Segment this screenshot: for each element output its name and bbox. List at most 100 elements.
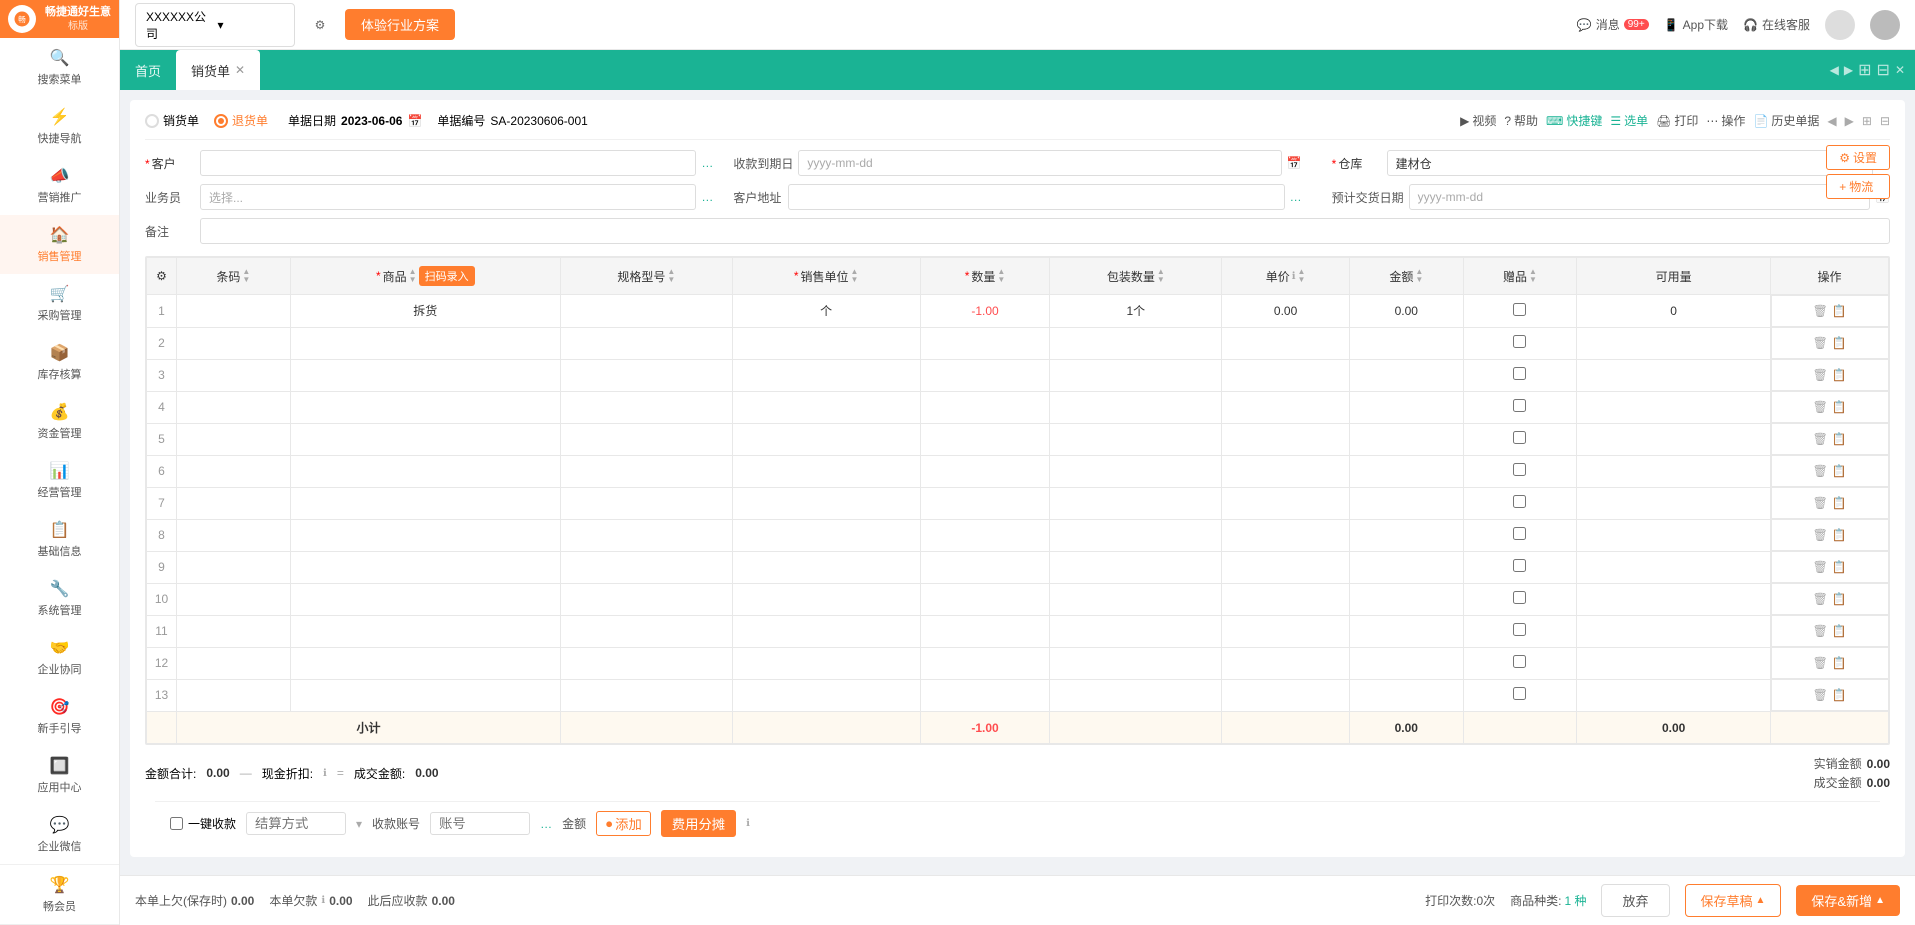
sidebar-item-enterprise[interactable]: 🤝 企业协同	[0, 628, 119, 687]
customer-ellipsis[interactable]: …	[701, 156, 713, 170]
toolbar-shortcut[interactable]: ⌨ 快捷键	[1546, 112, 1602, 129]
salesperson-ellipsis[interactable]: …	[701, 190, 713, 204]
sidebar-item-basic[interactable]: 📋 基础信息	[0, 510, 119, 569]
sidebar-item-member[interactable]: 🏆 畅会员	[0, 864, 119, 924]
customer-address-ellipsis[interactable]: …	[1290, 190, 1302, 204]
cash-discount-info-icon[interactable]: ℹ	[323, 768, 327, 779]
sidebar-item-finance[interactable]: 💰 资金管理	[0, 392, 119, 451]
th-unit[interactable]: * 销售单位 ▲▼	[732, 258, 920, 295]
delete-icon[interactable]: 🗑	[1813, 336, 1828, 350]
toolbar-select[interactable]: ☰ 选单	[1610, 112, 1648, 129]
delete-icon[interactable]: 🗑	[1813, 624, 1828, 638]
sidebar-item-search[interactable]: 🔍 搜索菜单	[0, 38, 119, 97]
abandon-button[interactable]: 放弃	[1601, 884, 1669, 917]
sidebar-item-wechat[interactable]: 💬 企业微信	[0, 805, 119, 864]
copy-icon[interactable]: 📋	[1832, 400, 1847, 414]
save-draft-button[interactable]: 保存草稿 ▲	[1685, 884, 1782, 917]
copy-icon[interactable]: 📋	[1832, 624, 1847, 638]
expense-split-btn[interactable]: 费用分摊	[661, 810, 736, 837]
avatar2[interactable]	[1870, 10, 1900, 40]
copy-icon[interactable]: 📋	[1832, 464, 1847, 478]
th-quantity[interactable]: * 数量 ▲▼	[920, 258, 1050, 295]
bank-account-ellipsis[interactable]: …	[540, 817, 552, 831]
tab-nav-prev-icon[interactable]: ◀	[1830, 63, 1839, 77]
sidebar-item-sales[interactable]: 🏠 销售管理	[0, 215, 119, 274]
toolbar-action[interactable]: ⋯ 操作	[1706, 112, 1745, 129]
cell-gift-1[interactable]	[1463, 295, 1577, 328]
tab-close-all-icon[interactable]: ✕	[1895, 63, 1905, 77]
tab-close-icon[interactable]: ✕	[235, 63, 245, 77]
sidebar-item-purchase[interactable]: 🛒 采购管理	[0, 274, 119, 333]
gift-checkbox-1[interactable]	[1513, 303, 1526, 316]
view-grid-icon[interactable]: ⊞	[1858, 60, 1871, 80]
delete-icon[interactable]: 🗑	[1813, 592, 1828, 606]
cell-spec-1[interactable]	[560, 295, 732, 328]
sidebar-item-marketing[interactable]: 📣 营销推广	[0, 156, 119, 215]
deficit-info-icon[interactable]: ℹ	[321, 895, 325, 906]
sidebar-item-quick-nav[interactable]: ⚡ 快捷导航	[0, 97, 119, 156]
sidebar-item-guide[interactable]: 🎯 新手引导	[0, 687, 119, 746]
delete-icon[interactable]: 🗑	[1813, 560, 1828, 574]
customer-address-input[interactable]	[788, 184, 1284, 210]
scan-btn[interactable]: 扫码录入	[419, 266, 475, 286]
cell-qty-1[interactable]: -1.00	[920, 295, 1050, 328]
copy-icon[interactable]: 📋	[1832, 496, 1847, 510]
settlement-chevron[interactable]: ▾	[356, 817, 362, 831]
one-click-checkbox[interactable]	[170, 817, 183, 830]
sidebar-item-operations[interactable]: 📊 经营管理	[0, 451, 119, 510]
delete-icon[interactable]: 🗑	[1813, 400, 1828, 414]
delete-icon[interactable]: 🗑	[1813, 368, 1828, 382]
toolbar-help[interactable]: ? 帮助	[1504, 112, 1538, 129]
copy-icon[interactable]: 📋	[1832, 528, 1847, 542]
expected-delivery-input[interactable]: yyyy-mm-dd	[1409, 184, 1870, 210]
calendar-icon[interactable]: 📅	[407, 114, 422, 128]
logistics-btn[interactable]: + 物流	[1826, 174, 1890, 199]
settings-button[interactable]: ⚙	[305, 10, 335, 40]
copy-icon[interactable]: 📋	[1832, 688, 1847, 702]
th-spec[interactable]: 规格型号 ▲▼	[560, 258, 732, 295]
toolbar-print[interactable]: 🖨 打印	[1656, 112, 1698, 129]
note-input[interactable]	[200, 218, 1890, 244]
trial-button[interactable]: 体验行业方案	[345, 9, 455, 40]
sidebar-item-inventory[interactable]: 📦 库存核算	[0, 333, 119, 392]
cell-amount-1[interactable]: 0.00	[1349, 295, 1463, 328]
settlement-method-input[interactable]	[246, 812, 346, 835]
avatar[interactable]	[1825, 10, 1855, 40]
th-product[interactable]: * 商品 ▲▼ 扫码录入	[290, 258, 560, 295]
th-gift[interactable]: 赠品 ▲▼	[1463, 258, 1577, 295]
radio-return[interactable]: 退货单	[214, 112, 268, 129]
sidebar-item-system[interactable]: 🔧 系统管理	[0, 569, 119, 628]
delete-icon[interactable]: 🗑	[1813, 496, 1828, 510]
copy-icon[interactable]: 📋	[1832, 656, 1847, 670]
receive-date-input[interactable]: yyyy-mm-dd	[798, 150, 1281, 176]
toolbar-history[interactable]: 📄 历史单据	[1753, 112, 1819, 129]
one-click-payment[interactable]: 一键收款	[170, 815, 236, 832]
th-settings[interactable]: ⚙	[147, 258, 177, 295]
delete-icon[interactable]: 🗑	[1813, 688, 1828, 702]
cell-barcode-1[interactable]	[177, 295, 291, 328]
th-unit-price[interactable]: 单价 ℹ ▲▼	[1222, 258, 1350, 295]
tab-nav-next-icon[interactable]: ▶	[1844, 63, 1853, 77]
copy-icon[interactable]: 📋	[1832, 592, 1847, 606]
bank-account-input[interactable]	[430, 812, 530, 835]
copy-icon[interactable]: 📋	[1832, 368, 1847, 382]
customer-input[interactable]	[200, 150, 696, 176]
th-pack-qty[interactable]: 包装数量 ▲▼	[1050, 258, 1222, 295]
toolbar-video[interactable]: ▶ 视频	[1460, 112, 1496, 129]
copy-icon[interactable]: 📋	[1832, 432, 1847, 446]
delete-icon[interactable]: 🗑	[1813, 464, 1828, 478]
th-amount[interactable]: 金额 ▲▼	[1349, 258, 1463, 295]
online-support-item[interactable]: 🎧 在线客服	[1743, 16, 1810, 33]
delete-icon[interactable]: 🗑	[1813, 432, 1828, 446]
expense-info-icon[interactable]: ℹ	[746, 818, 750, 829]
nav-prev-icon[interactable]: ◀	[1827, 114, 1836, 128]
save-new-button[interactable]: 保存&新增 ▲	[1796, 885, 1900, 916]
company-selector[interactable]: XXXXXX公司 ▾	[135, 3, 295, 47]
cell-price-1[interactable]: 0.00	[1222, 295, 1350, 328]
nav-next-icon[interactable]: ▶	[1845, 114, 1854, 128]
info-icon-price[interactable]: ℹ	[1292, 271, 1296, 282]
notification-item[interactable]: 💬 消息 99+	[1577, 16, 1649, 33]
delete-icon[interactable]: 🗑	[1813, 656, 1828, 670]
app-download-item[interactable]: 📱 App下载	[1664, 16, 1728, 33]
settings-btn[interactable]: ⚙ 设置	[1826, 145, 1890, 170]
